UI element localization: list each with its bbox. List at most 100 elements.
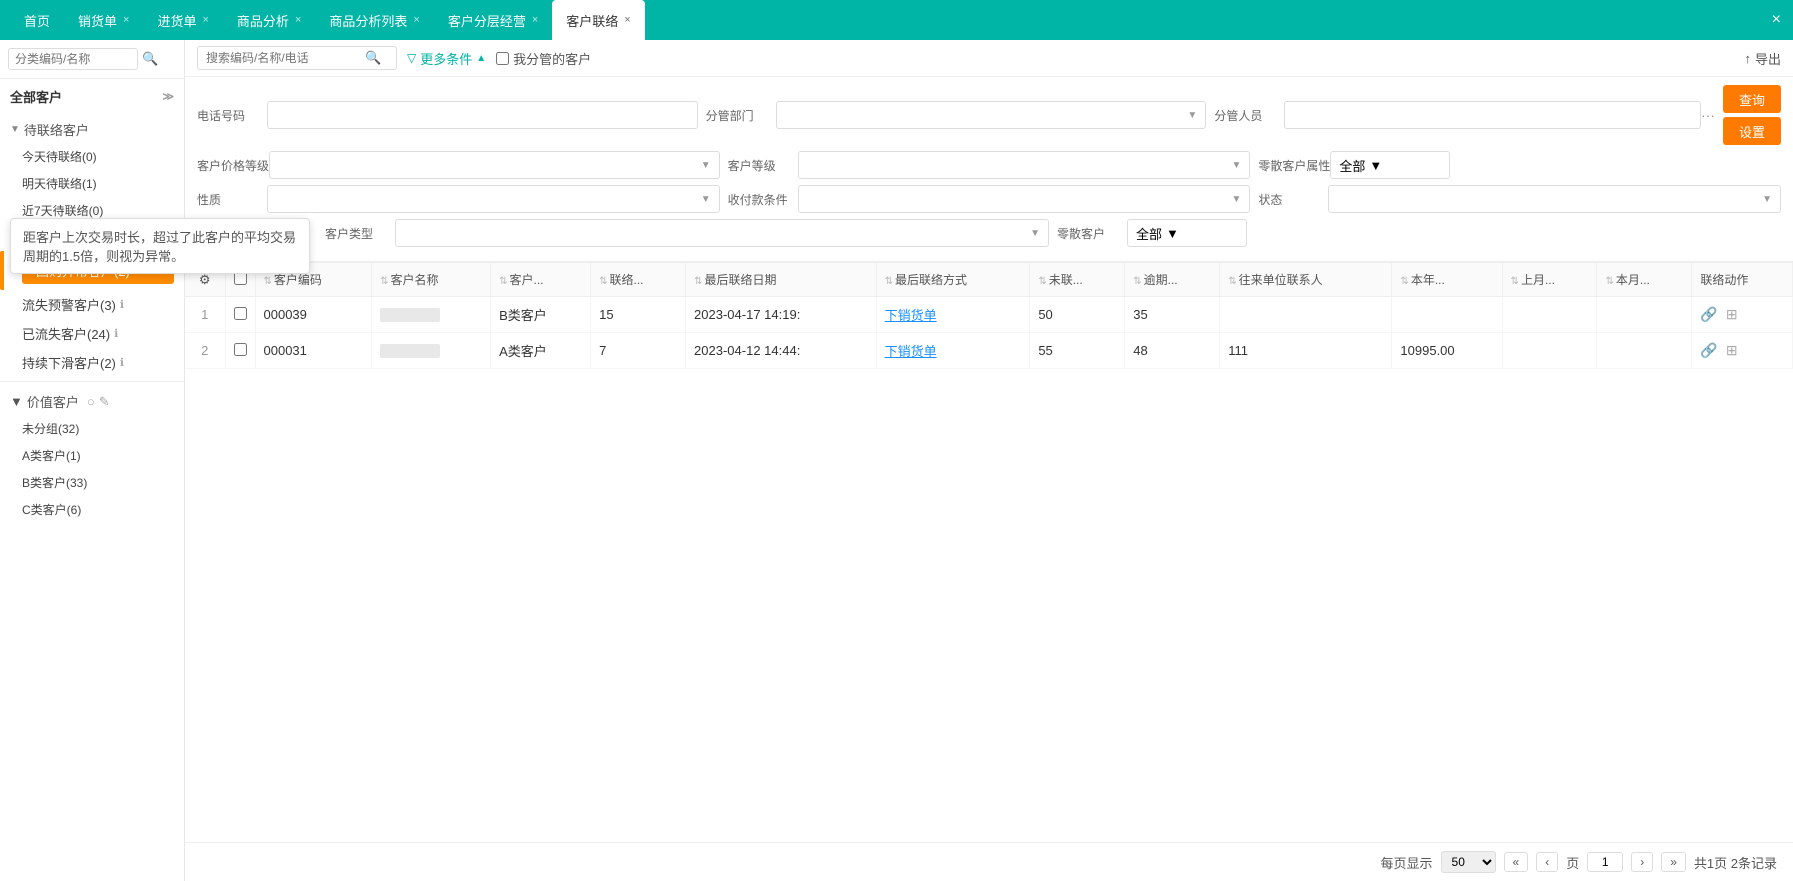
- search-magnifier-icon[interactable]: 🔍: [365, 50, 381, 66]
- all-customers-header[interactable]: 全部客户 ≫: [0, 79, 184, 114]
- sidebar-item-continuous-down[interactable]: 持续下滑客户(2) ℹ: [0, 348, 184, 377]
- row1-grid-icon[interactable]: ⊞: [1726, 306, 1738, 323]
- nav-product-analysis[interactable]: 商品分析 ×: [223, 0, 315, 40]
- my-customers-checkbox-label[interactable]: 我分管的客户: [496, 49, 591, 68]
- payment-select[interactable]: ▼: [798, 185, 1251, 213]
- value-edit-pencil-icon[interactable]: ✎: [99, 394, 110, 410]
- row1-last-method[interactable]: 下销货单: [876, 297, 1030, 333]
- window-close-button[interactable]: ×: [1772, 11, 1781, 29]
- status-select[interactable]: ▼: [1328, 185, 1781, 213]
- customers-table: ⚙ 客户编码 客户名称 客户... 联络... 最后联络日期 最后联络方式 未联…: [185, 263, 1793, 369]
- col-overdue-header[interactable]: 逾期...: [1125, 263, 1220, 297]
- sidebar-item-c-class[interactable]: C类客户(6): [0, 496, 184, 523]
- col-name-header[interactable]: 客户名称: [372, 263, 491, 297]
- sidebar-item-tomorrow[interactable]: 明天待联络(1): [0, 170, 184, 197]
- row1-select-checkbox[interactable]: [234, 307, 247, 320]
- content-area: 🔍 ▽ 更多条件 ▲ 我分管的客户 ↑ 导出 电话号码: [185, 40, 1793, 881]
- row2-grid-icon[interactable]: ⊞: [1726, 342, 1738, 359]
- close-product-analysis-list-icon[interactable]: ×: [413, 14, 419, 26]
- row1-checkbox[interactable]: [225, 297, 255, 333]
- customer-price-select[interactable]: ▼: [269, 151, 720, 179]
- retail-attr-select[interactable]: 全部 ▼: [1330, 151, 1450, 179]
- col-this-year-header[interactable]: 本年...: [1392, 263, 1502, 297]
- retail-customer-select[interactable]: 全部 ▼: [1127, 219, 1247, 247]
- my-customers-checkbox[interactable]: [496, 52, 509, 65]
- phone-field: 电话号码: [197, 101, 698, 129]
- row2-checkbox[interactable]: [225, 333, 255, 369]
- continuous-down-info-icon: ℹ: [120, 356, 124, 369]
- col-unpaid-header[interactable]: 未联...: [1030, 263, 1125, 297]
- chevron-up-icon: ▲: [476, 53, 486, 64]
- nav-product-analysis-list[interactable]: 商品分析列表 ×: [315, 0, 433, 40]
- sidebar-item-lost-prediction[interactable]: 流失预警客户(3) ℹ: [0, 290, 184, 319]
- total-records-label: 共1页 2条记录: [1694, 853, 1777, 872]
- nav-home[interactable]: 首页: [10, 0, 64, 40]
- first-page-button[interactable]: «: [1504, 852, 1529, 872]
- row2-actions: 🔗 ⊞: [1692, 333, 1793, 369]
- pending-contact-group[interactable]: ▼ 待联络客户: [0, 114, 184, 143]
- more-conditions-label: 更多条件: [420, 49, 472, 68]
- page-number-input[interactable]: [1587, 852, 1623, 872]
- row1-link-icon[interactable]: 🔗: [1700, 306, 1717, 323]
- nav-customer-segment[interactable]: 客户分层经营 ×: [434, 0, 552, 40]
- phone-input[interactable]: [267, 101, 698, 129]
- row1-method-link[interactable]: 下销货单: [885, 308, 937, 323]
- row2-action-icons: 🔗 ⊞: [1700, 342, 1784, 359]
- row2-select-checkbox[interactable]: [234, 343, 247, 356]
- row2-method-link[interactable]: 下销货单: [885, 344, 937, 359]
- settings-button[interactable]: 设置: [1723, 117, 1781, 145]
- sidebar-item-today[interactable]: 今天待联络(0): [0, 143, 184, 170]
- customer-type-select[interactable]: ▼: [395, 219, 1049, 247]
- query-button[interactable]: 查询: [1723, 85, 1781, 113]
- status-chevron-icon: ▼: [1762, 194, 1772, 205]
- per-page-label: 每页显示: [1381, 853, 1433, 872]
- nav-sales[interactable]: 销货单 ×: [64, 0, 143, 40]
- filter-icon: ▽: [407, 51, 416, 65]
- close-customer-contact-icon[interactable]: ×: [624, 14, 630, 26]
- row1-code: 000039: [255, 297, 372, 333]
- payment-chevron-icon: ▼: [1231, 194, 1241, 205]
- payment-field: 收付款条件 ▼: [728, 185, 1251, 213]
- sidebar-collapse-icon[interactable]: ≫: [162, 90, 174, 103]
- prev-page-button[interactable]: ‹: [1536, 852, 1558, 872]
- col-type-header[interactable]: 客户...: [491, 263, 591, 297]
- sidebar-item-a-class[interactable]: A类客户(1): [0, 442, 184, 469]
- value-customers-group[interactable]: ▼ 价值客户 ○ ✎: [0, 386, 184, 415]
- value-edit-icon[interactable]: ○: [87, 394, 95, 409]
- gender-select[interactable]: ▼: [267, 185, 720, 213]
- row2-last-month: [1502, 333, 1597, 369]
- customer-grade-select[interactable]: ▼: [798, 151, 1251, 179]
- col-last-date-header[interactable]: 最后联络日期: [686, 263, 877, 297]
- row2-last-method[interactable]: 下销货单: [876, 333, 1030, 369]
- nav-purchase[interactable]: 进货单 ×: [143, 0, 222, 40]
- row1-overdue: 35: [1125, 297, 1220, 333]
- sidebar-item-ungrouped[interactable]: 未分组(32): [0, 415, 184, 442]
- export-button[interactable]: ↑ 导出: [1744, 49, 1781, 68]
- col-contact-header[interactable]: 联络...: [591, 263, 686, 297]
- close-sales-icon[interactable]: ×: [123, 14, 129, 26]
- main-search-input[interactable]: [206, 51, 361, 65]
- col-unit-contact-header[interactable]: 往来单位联系人: [1220, 263, 1392, 297]
- close-customer-segment-icon[interactable]: ×: [532, 14, 538, 26]
- col-this-month-header[interactable]: 本月...: [1597, 263, 1692, 297]
- gender-chevron-icon: ▼: [701, 194, 711, 205]
- next-page-button[interactable]: ›: [1631, 852, 1653, 872]
- manager-select[interactable]: [1284, 101, 1701, 129]
- close-product-analysis-icon[interactable]: ×: [295, 14, 301, 26]
- last-page-button[interactable]: »: [1661, 852, 1686, 872]
- dept-select[interactable]: ▼: [776, 101, 1207, 129]
- row2-link-icon[interactable]: 🔗: [1700, 342, 1717, 359]
- manager-dots-icon[interactable]: ···: [1701, 107, 1715, 123]
- retail-customer-value: 全部: [1136, 224, 1162, 243]
- col-last-month-header[interactable]: 上月...: [1502, 263, 1597, 297]
- payment-label: 收付款条件: [728, 191, 798, 208]
- more-conditions-btn[interactable]: ▽ 更多条件 ▲: [407, 49, 486, 68]
- sidebar-item-already-lost[interactable]: 已流失客户(24) ℹ: [0, 319, 184, 348]
- per-page-select[interactable]: 50 20 100: [1441, 851, 1496, 873]
- sidebar-search-icon[interactable]: 🔍: [142, 51, 158, 67]
- close-purchase-icon[interactable]: ×: [202, 14, 208, 26]
- sidebar-search-input[interactable]: [8, 48, 138, 70]
- sidebar-item-b-class[interactable]: B类客户(33): [0, 469, 184, 496]
- nav-customer-contact[interactable]: 客户联络 ×: [552, 0, 644, 40]
- col-last-method-header[interactable]: 最后联络方式: [876, 263, 1030, 297]
